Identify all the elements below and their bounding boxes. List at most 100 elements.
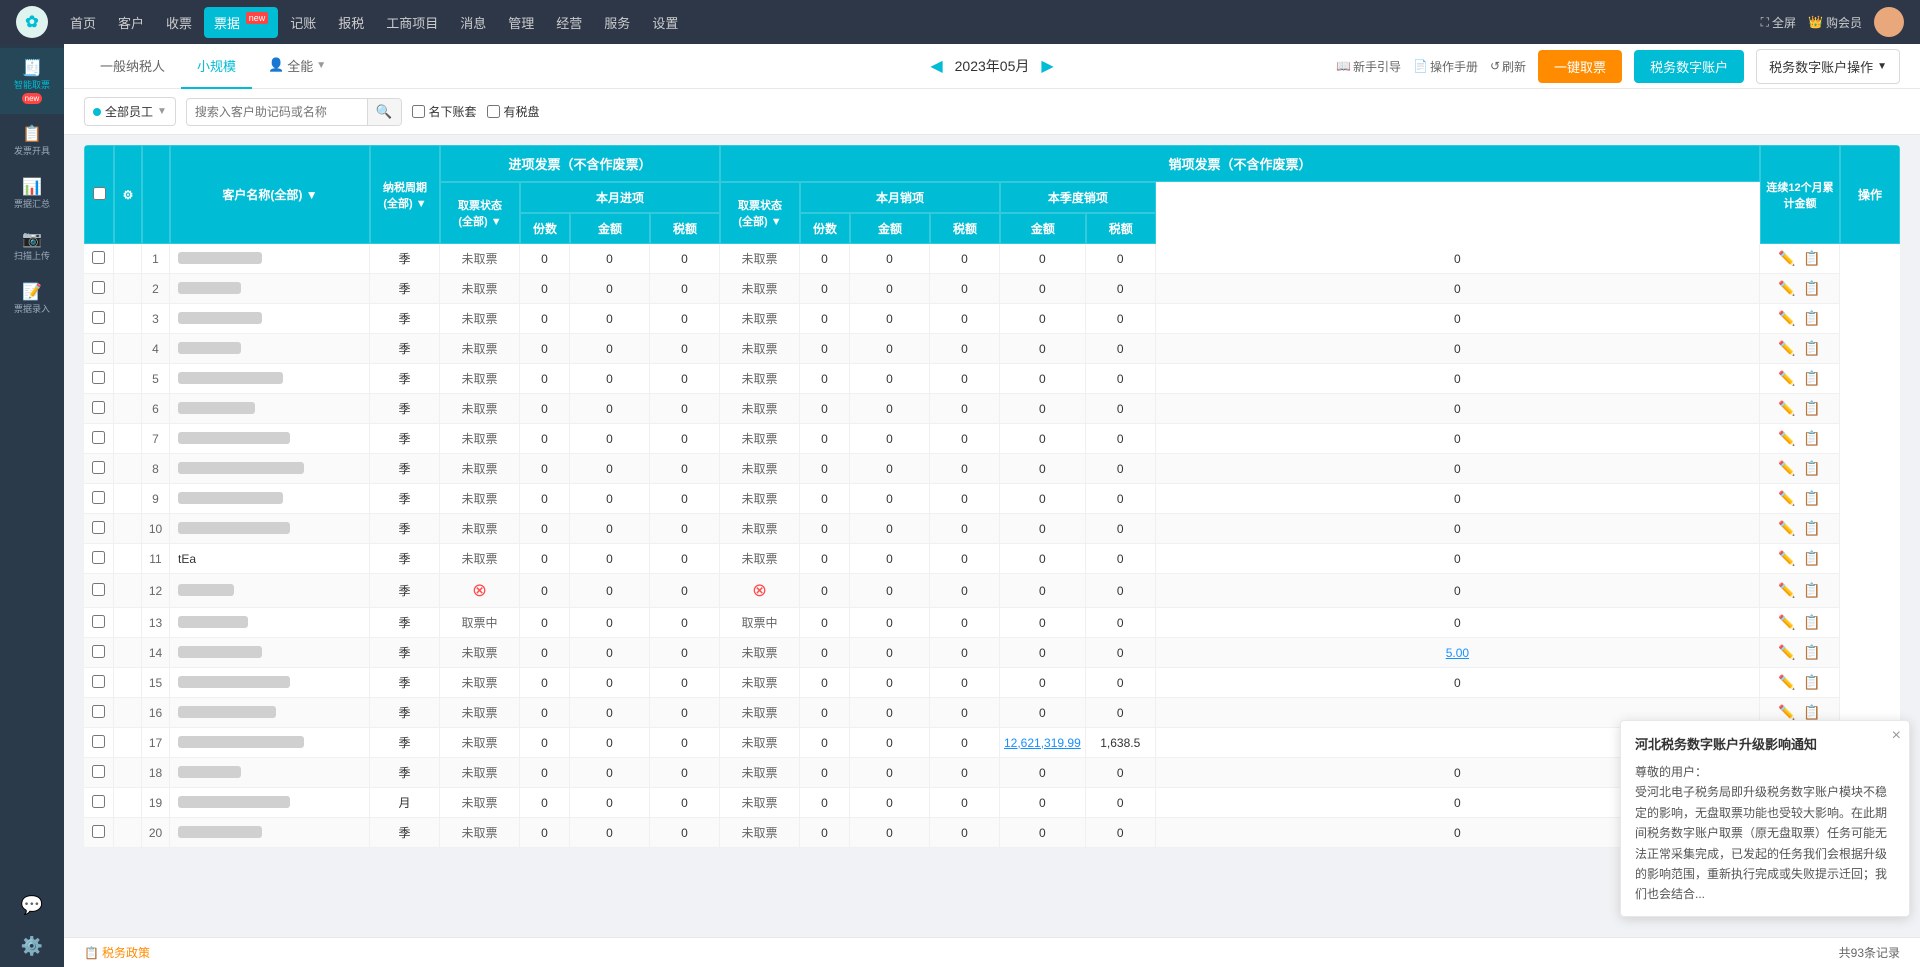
row-checkbox[interactable]: [92, 461, 105, 474]
output-status-header[interactable]: 取票状态(全部) ▼: [738, 200, 782, 228]
row-checkbox[interactable]: [92, 795, 105, 808]
table-settings-icon[interactable]: ⚙: [123, 188, 134, 202]
edit-icon[interactable]: ✏️: [1778, 644, 1795, 660]
copy-icon[interactable]: 📋: [1803, 280, 1820, 296]
row-checkbox[interactable]: [92, 705, 105, 718]
error-icon[interactable]: ⊗: [472, 580, 487, 600]
row-checkbox[interactable]: [92, 583, 105, 596]
sidebar-bottom-icon2[interactable]: ⚙️: [21, 926, 43, 967]
copy-icon[interactable]: 📋: [1803, 310, 1820, 326]
sidebar-item-smart-ticket[interactable]: 🧾 智能取票 new: [0, 48, 64, 114]
tax-policy-link[interactable]: 📋税务政策: [84, 944, 150, 961]
row-checkbox[interactable]: [92, 491, 105, 504]
nav-item-manage[interactable]: 管理: [498, 7, 544, 38]
row-checkbox[interactable]: [92, 551, 105, 564]
row-checkbox[interactable]: [92, 371, 105, 384]
edit-icon[interactable]: ✏️: [1778, 520, 1795, 536]
copy-icon[interactable]: 📋: [1803, 430, 1820, 446]
edit-icon[interactable]: ✏️: [1778, 582, 1795, 598]
employee-select[interactable]: 全部员工 ▼: [84, 97, 176, 126]
digital-account-btn[interactable]: 税务数字账户: [1634, 50, 1744, 83]
copy-icon[interactable]: 📋: [1803, 400, 1820, 416]
row-checkbox[interactable]: [92, 615, 105, 628]
edit-icon[interactable]: ✏️: [1778, 340, 1795, 356]
digital-dropdown-btn[interactable]: 税务数字账户操作 ▼: [1756, 49, 1900, 84]
next-month-btn[interactable]: ▶: [1041, 56, 1053, 76]
row-checkbox[interactable]: [92, 311, 105, 324]
nav-item-customer[interactable]: 客户: [108, 7, 154, 38]
ledger-checkbox-label[interactable]: 名下账套: [412, 103, 477, 120]
edit-icon[interactable]: ✏️: [1778, 370, 1795, 386]
nav-item-ticket[interactable]: 票据 new: [204, 7, 278, 38]
search-input[interactable]: [187, 100, 367, 124]
nav-item-business[interactable]: 工商项目: [376, 7, 448, 38]
tab-full[interactable]: 👤 全能 ▼: [252, 44, 342, 89]
cumulative-value[interactable]: 5.00: [1446, 646, 1469, 660]
row-checkbox[interactable]: [92, 645, 105, 658]
edit-icon[interactable]: ✏️: [1778, 400, 1795, 416]
nav-item-settings[interactable]: 设置: [642, 7, 688, 38]
row-checkbox[interactable]: [92, 341, 105, 354]
copy-icon[interactable]: 📋: [1803, 582, 1820, 598]
row-checkbox[interactable]: [92, 521, 105, 534]
member-btn[interactable]: 👑购会员: [1808, 14, 1862, 31]
nav-item-home[interactable]: 首页: [60, 7, 106, 38]
copy-icon[interactable]: 📋: [1803, 704, 1820, 720]
edit-icon[interactable]: ✏️: [1778, 310, 1795, 326]
col-name-header[interactable]: 客户名称(全部) ▼: [222, 188, 317, 202]
sidebar-item-ticket-summary[interactable]: 📊 票据汇总: [0, 167, 64, 220]
sidebar-item-ticket-entry[interactable]: 📝 票据录入: [0, 272, 64, 325]
edit-icon[interactable]: ✏️: [1778, 550, 1795, 566]
row-checkbox[interactable]: [92, 825, 105, 838]
tax-checkbox[interactable]: [487, 105, 500, 118]
tax-checkbox-label[interactable]: 有税盘: [487, 103, 540, 120]
one-click-btn[interactable]: 一键取票: [1538, 50, 1622, 83]
row-checkbox[interactable]: [92, 431, 105, 444]
col-period-header[interactable]: 纳税周期(全部) ▼: [383, 182, 427, 210]
edit-icon[interactable]: ✏️: [1778, 490, 1795, 506]
edit-icon[interactable]: ✏️: [1778, 430, 1795, 446]
notification-close-btn[interactable]: ×: [1892, 727, 1901, 745]
edit-icon[interactable]: ✏️: [1778, 460, 1795, 476]
manual-link[interactable]: 📄操作手册: [1413, 58, 1478, 75]
copy-icon[interactable]: 📋: [1803, 370, 1820, 386]
row-checkbox[interactable]: [92, 251, 105, 264]
new-guide-link[interactable]: 📖新手引导: [1336, 58, 1401, 75]
sidebar-bottom-icon1[interactable]: 💬: [21, 885, 43, 926]
row-checkbox[interactable]: [92, 281, 105, 294]
copy-icon[interactable]: 📋: [1803, 614, 1820, 630]
row-checkbox[interactable]: [92, 735, 105, 748]
nav-item-accounting[interactable]: 记账: [280, 7, 326, 38]
edit-icon[interactable]: ✏️: [1778, 614, 1795, 630]
nav-item-finance[interactable]: 经营: [546, 7, 592, 38]
edit-icon[interactable]: ✏️: [1778, 280, 1795, 296]
sidebar-item-issue-ticket[interactable]: 📋 发票开具: [0, 114, 64, 167]
copy-icon[interactable]: 📋: [1803, 460, 1820, 476]
copy-icon[interactable]: 📋: [1803, 520, 1820, 536]
edit-icon[interactable]: ✏️: [1778, 674, 1795, 690]
edit-icon[interactable]: ✏️: [1778, 250, 1795, 266]
fullscreen-btn[interactable]: ⛶全屏: [1761, 14, 1796, 31]
copy-icon[interactable]: 📋: [1803, 250, 1820, 266]
tab-general[interactable]: 一般纳税人: [84, 44, 181, 89]
nav-item-service[interactable]: 服务: [594, 7, 640, 38]
season-amount-value[interactable]: 12,621,319.99: [1004, 736, 1081, 750]
row-checkbox[interactable]: [92, 675, 105, 688]
nav-item-tax[interactable]: 报税: [328, 7, 374, 38]
copy-icon[interactable]: 📋: [1803, 550, 1820, 566]
tab-small[interactable]: 小规模: [181, 44, 252, 89]
copy-icon[interactable]: 📋: [1803, 644, 1820, 660]
ledger-checkbox[interactable]: [412, 105, 425, 118]
edit-icon[interactable]: ✏️: [1778, 704, 1795, 720]
copy-icon[interactable]: 📋: [1803, 340, 1820, 356]
copy-icon[interactable]: 📋: [1803, 674, 1820, 690]
refresh-link[interactable]: ↺刷新: [1490, 58, 1526, 75]
prev-month-btn[interactable]: ◀: [930, 56, 942, 76]
select-all-checkbox[interactable]: [93, 187, 106, 200]
nav-item-invoice[interactable]: 收票: [156, 7, 202, 38]
search-btn[interactable]: 🔍: [367, 99, 401, 125]
error-icon[interactable]: ⊗: [752, 580, 767, 600]
sidebar-item-scan-upload[interactable]: 📷 扫描上传: [0, 219, 64, 272]
row-checkbox[interactable]: [92, 401, 105, 414]
avatar[interactable]: [1874, 7, 1904, 37]
